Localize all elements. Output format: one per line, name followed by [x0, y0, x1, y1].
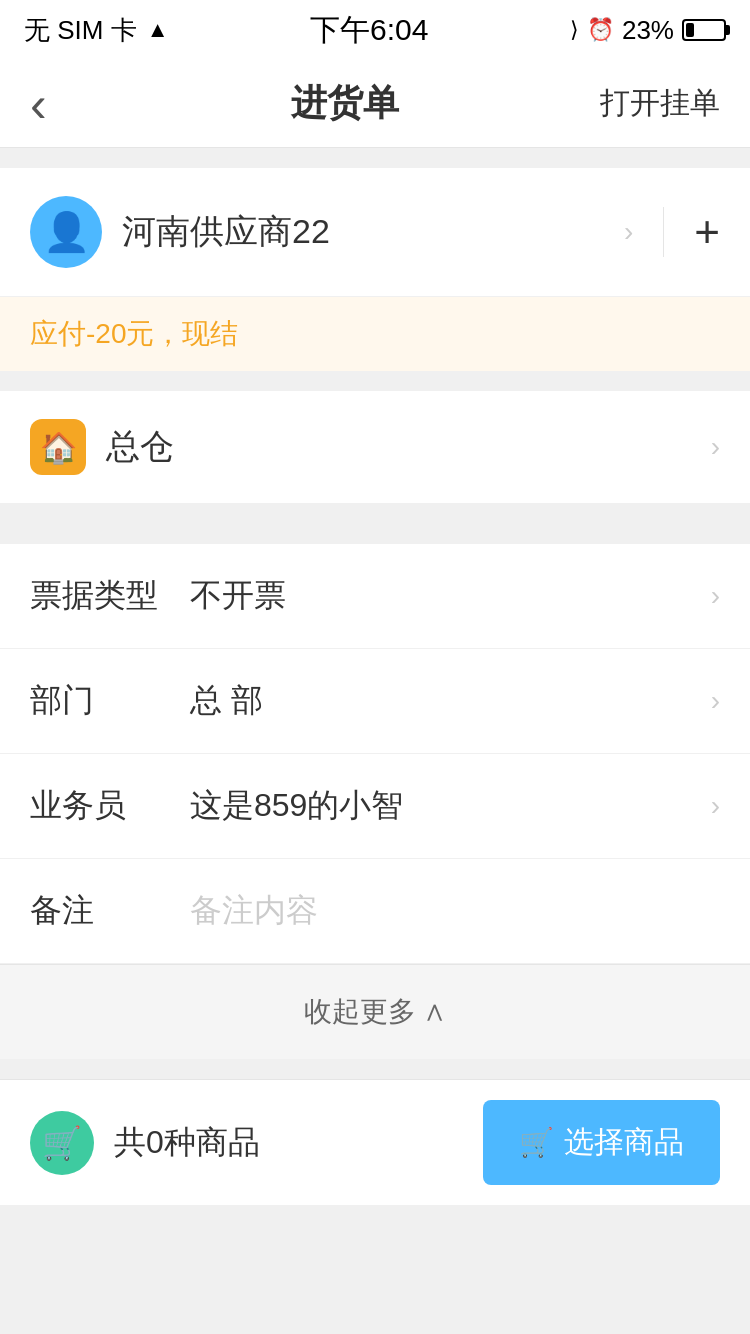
page-title: 进货单 — [291, 79, 399, 128]
select-label: 选择商品 — [564, 1122, 684, 1163]
status-time: 下午6:04 — [310, 10, 428, 51]
salesperson-chevron-icon: › — [711, 790, 720, 822]
invoice-type-chevron-icon: › — [711, 580, 720, 612]
alert-text: 应付-20元，现结 — [30, 318, 238, 349]
department-label: 部门 — [30, 679, 170, 723]
add-supplier-button[interactable]: + — [694, 207, 720, 257]
alarm-icon: ⏰ — [587, 17, 614, 43]
department-value: 总 部 — [190, 679, 701, 723]
section-divider-4 — [0, 1059, 750, 1079]
bottom-bar: 🛒 共0种商品 🛒 选择商品 — [0, 1079, 750, 1205]
avatar-icon: 👤 — [43, 210, 90, 254]
warehouse-icon-bg: 🏠 — [30, 419, 86, 475]
warehouse-section: 🏠 总仓 › — [0, 391, 750, 504]
section-divider-3 — [0, 504, 750, 524]
location-icon: ⟩ — [570, 17, 579, 43]
department-chevron-icon: › — [711, 685, 720, 717]
product-icon-bg: 🛒 — [30, 1111, 94, 1175]
carrier-text: 无 SIM 卡 — [24, 13, 137, 48]
alert-banner: 应付-20元，现结 — [0, 297, 750, 371]
product-count-text: 共0种商品 — [114, 1121, 483, 1165]
warehouse-name: 总仓 — [106, 424, 711, 470]
form-section: 票据类型 不开票 › 部门 总 部 › 业务员 这是859的小智 › 备注 备注… — [0, 544, 750, 1059]
remark-placeholder[interactable]: 备注内容 — [190, 889, 720, 933]
salesperson-row[interactable]: 业务员 这是859的小智 › — [0, 754, 750, 859]
salesperson-value: 这是859的小智 — [190, 784, 701, 828]
department-row[interactable]: 部门 总 部 › — [0, 649, 750, 754]
salesperson-label: 业务员 — [30, 784, 170, 828]
warehouse-chevron-icon: › — [711, 431, 720, 463]
warehouse-icon: 🏠 — [40, 430, 77, 465]
vertical-divider — [663, 207, 664, 257]
collapse-button[interactable]: 收起更多 ∧ — [0, 964, 750, 1059]
warehouse-row[interactable]: 🏠 总仓 › — [0, 391, 750, 504]
nav-bar: ‹ 进货单 打开挂单 — [0, 60, 750, 148]
section-divider-2 — [0, 371, 750, 391]
remark-row[interactable]: 备注 备注内容 — [0, 859, 750, 964]
supplier-avatar: 👤 — [30, 196, 102, 268]
supplier-row[interactable]: 👤 河南供应商22 › + — [0, 168, 750, 297]
remark-label: 备注 — [30, 889, 170, 933]
wifi-icon: ▲ — [147, 17, 169, 43]
status-bar: 无 SIM 卡 ▲ 下午6:04 ⟩ ⏰ 23% — [0, 0, 750, 60]
battery-icon — [682, 19, 726, 41]
section-divider-1 — [0, 148, 750, 168]
invoice-type-row[interactable]: 票据类型 不开票 › — [0, 544, 750, 649]
supplier-section: 👤 河南供应商22 › + 应付-20元，现结 — [0, 168, 750, 371]
select-icon: 🛒 — [519, 1126, 554, 1159]
shopping-icon: 🛒 — [42, 1124, 82, 1162]
supplier-name: 河南供应商22 — [122, 209, 624, 255]
supplier-chevron-icon: › — [624, 216, 633, 248]
invoice-type-label: 票据类型 — [30, 574, 170, 618]
invoice-type-value: 不开票 — [190, 574, 701, 618]
select-product-button[interactable]: 🛒 选择商品 — [483, 1100, 720, 1185]
back-button[interactable]: ‹ — [30, 75, 90, 133]
status-right: ⟩ ⏰ 23% — [570, 15, 726, 46]
battery-percent: 23% — [622, 15, 674, 46]
supplier-actions: › + — [624, 207, 720, 257]
status-left: 无 SIM 卡 ▲ — [24, 13, 168, 48]
open-pending-button[interactable]: 打开挂单 — [600, 83, 720, 124]
